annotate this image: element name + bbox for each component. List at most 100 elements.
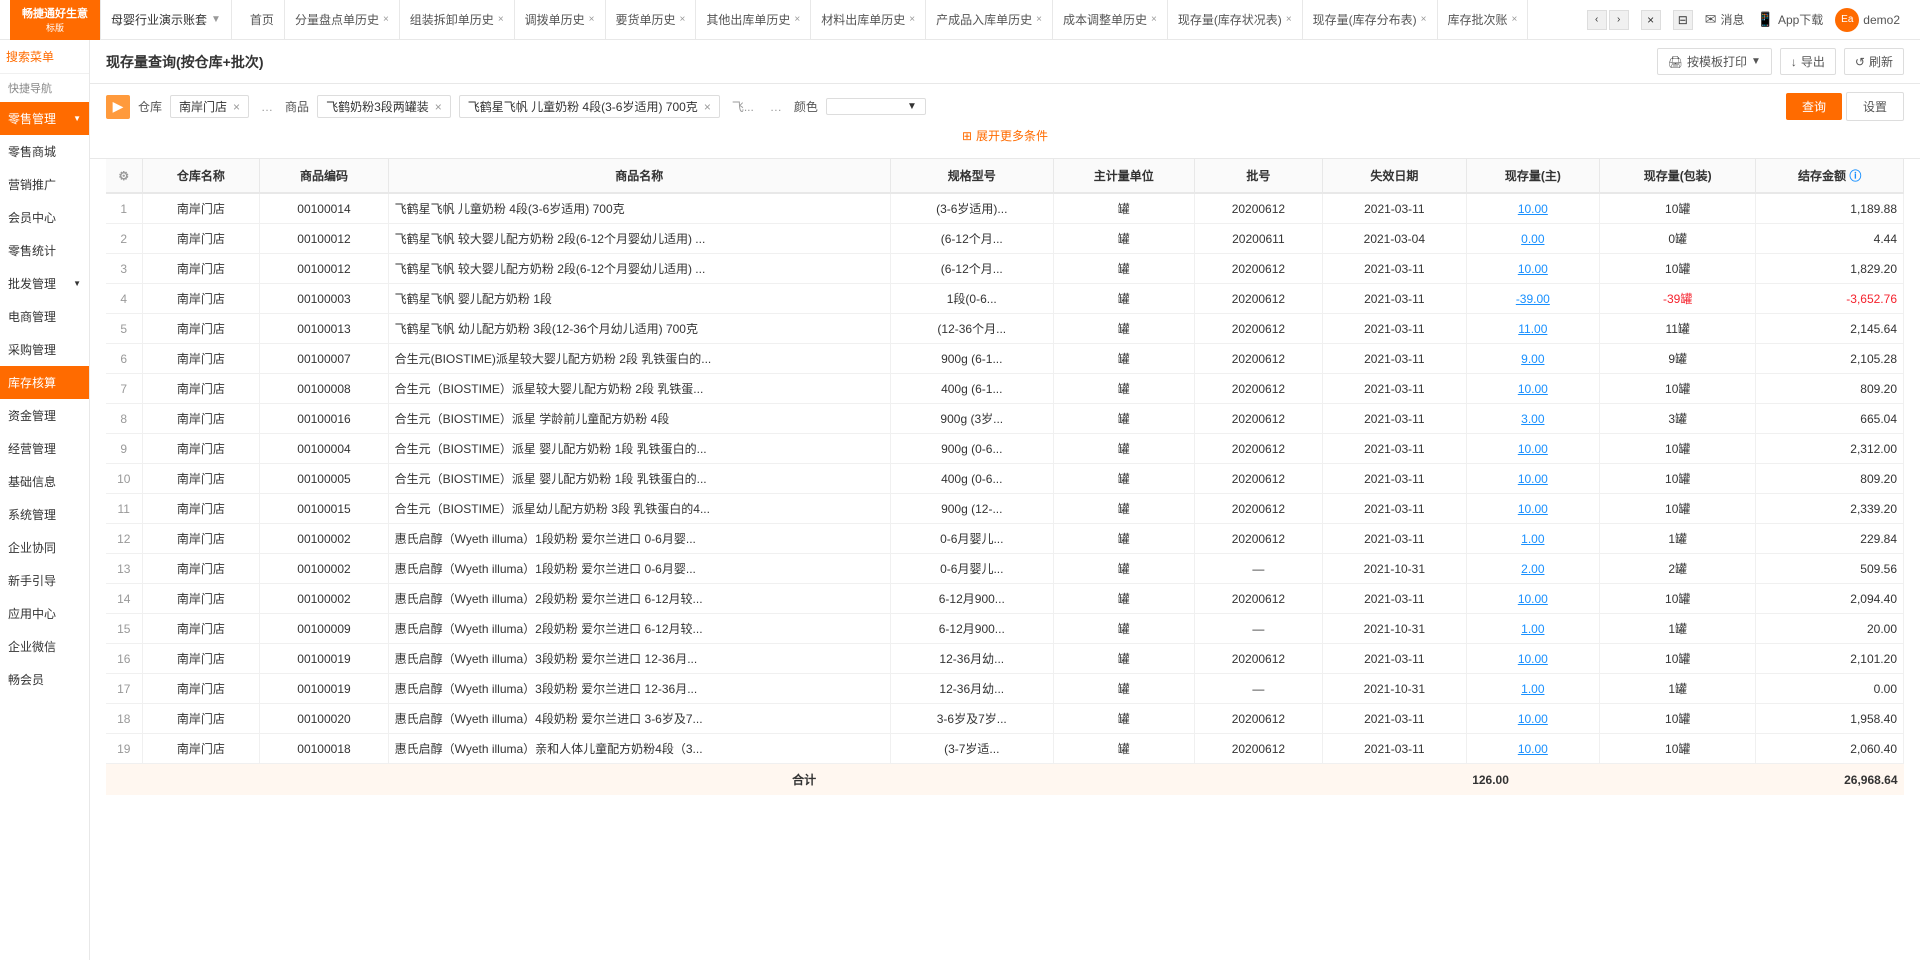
row-no: 4 [106, 284, 142, 314]
warehouse-tag-value: 南岸门店 [179, 98, 227, 115]
footer-qty-total: 126.00 [1466, 764, 1599, 796]
row-unit: 罐 [1053, 674, 1194, 704]
info-icon[interactable]: ⓘ [1849, 169, 1861, 183]
table-row: 1 南岸门店 00100014 飞鹤星飞帆 儿童奶粉 4段(3-6岁适用) 70… [106, 193, 1904, 224]
dropdown-icon[interactable]: ▼ [211, 14, 221, 25]
sidebar-item-operations[interactable]: 经营管理 [0, 432, 89, 465]
sidebar-item-guide[interactable]: 新手引导 [0, 564, 89, 597]
tab-close-5[interactable]: × [909, 14, 915, 25]
next-tab-button[interactable]: › [1609, 10, 1629, 30]
sidebar-search[interactable]: 搜索菜单 [0, 40, 89, 74]
tab-yaohuo[interactable]: 要货单历史 × [606, 0, 697, 40]
row-spec: 12-36月幼... [890, 674, 1053, 704]
row-spec: 400g (6-1... [890, 374, 1053, 404]
row-unit: 罐 [1053, 434, 1194, 464]
color-filter-select[interactable]: ▼ [826, 98, 926, 115]
row-expire: 2021-03-11 [1323, 193, 1467, 224]
row-code: 00100019 [260, 674, 388, 704]
sidebar-item-member-program[interactable]: 畅会员 [0, 663, 89, 696]
product-filter-tag-1[interactable]: 飞鹤星飞帆 儿童奶粉 4段(3-6岁适用) 700克 × [459, 95, 720, 118]
sidebar-item-member[interactable]: 会员中心 [0, 201, 89, 234]
row-name: 飞鹤星飞帆 较大婴儿配方奶粉 2段(6-12个月婴幼儿适用) ... [388, 254, 890, 284]
tab-close-8[interactable]: × [1286, 14, 1292, 25]
tab-close-0[interactable]: × [383, 14, 389, 25]
sidebar-item-retail-mgmt[interactable]: 零售管理 ▼ [0, 102, 89, 135]
row-batch: — [1194, 614, 1322, 644]
warehouse-filter-label: 仓库 [138, 98, 162, 115]
tab-fenliangpandian[interactable]: 分量盘点单历史 × [285, 0, 400, 40]
more-options-button[interactable]: ⊟ [1673, 10, 1693, 30]
row-code: 00100004 [260, 434, 388, 464]
nav-home[interactable]: 首页 [240, 0, 285, 40]
row-warehouse: 南岸门店 [142, 554, 260, 584]
tab-close-7[interactable]: × [1151, 14, 1157, 25]
sidebar-item-basic-info[interactable]: 基础信息 [0, 465, 89, 498]
row-spec: (3-6岁适用)... [890, 193, 1053, 224]
sidebar-item-retail-stats[interactable]: 零售统计 [0, 234, 89, 267]
tab-close-9[interactable]: × [1421, 14, 1427, 25]
row-code: 00100008 [260, 374, 388, 404]
sidebar-item-wechat-work[interactable]: 企业微信 [0, 630, 89, 663]
sidebar-item-marketing[interactable]: 营销推广 [0, 168, 89, 201]
product-tag-close-0[interactable]: × [435, 100, 442, 114]
sidebar-item-app-center[interactable]: 应用中心 [0, 597, 89, 630]
tab-close-1[interactable]: × [498, 14, 504, 25]
row-expire: 2021-03-11 [1323, 284, 1467, 314]
tab-kucunpici[interactable]: 库存批次账 × [1438, 0, 1529, 40]
user-avatar-button[interactable]: Ea demo2 [1835, 8, 1900, 32]
product-filter-tag-0[interactable]: 飞鹤奶粉3段两罐装 × [317, 95, 451, 118]
tab-close-10[interactable]: × [1512, 14, 1518, 25]
tab-close-6[interactable]: × [1036, 14, 1042, 25]
warehouse-tag-close[interactable]: × [233, 100, 240, 114]
row-unit: 罐 [1053, 374, 1194, 404]
row-name: 惠氏启醇（Wyeth illuma）2段奶粉 爱尔兰进口 6-12月较... [388, 614, 890, 644]
warehouse-filter-tag[interactable]: 南岸门店 × [170, 95, 249, 118]
filter-expand-arrow[interactable]: ▶ [106, 95, 130, 119]
expand-more-conditions[interactable]: ⊞ 展开更多条件 [954, 125, 1056, 146]
sidebar-item-inventory[interactable]: 库存核算 [0, 366, 89, 399]
color-filter-label: 颜色 [794, 98, 818, 115]
query-button[interactable]: 查询 [1786, 93, 1842, 120]
row-code: 00100015 [260, 494, 388, 524]
sidebar-item-label: 资金管理 [8, 407, 56, 424]
app-download-button[interactable]: 📱 App下载 [1757, 11, 1824, 28]
export-button[interactable]: ↓ 导出 [1780, 48, 1836, 75]
row-batch: 20200612 [1194, 644, 1322, 674]
sidebar-item-retail-mall[interactable]: 零售商城 [0, 135, 89, 168]
refresh-button[interactable]: ↺ 刷新 [1844, 48, 1904, 75]
tab-chanchengpin[interactable]: 产成品入库单历史 × [926, 0, 1053, 40]
tab-diaobodanls[interactable]: 调拨单历史 × [515, 0, 606, 40]
tab-xiancunliang-kucun[interactable]: 现存量(库存状况表) × [1168, 0, 1303, 40]
settings-button[interactable]: 设置 [1846, 92, 1904, 121]
sidebar-item-finance[interactable]: 资金管理 [0, 399, 89, 432]
row-unit: 罐 [1053, 314, 1194, 344]
tab-cailiao-chuku[interactable]: 材料出库单历史 × [811, 0, 926, 40]
tab-qita-chuku[interactable]: 其他出库单历史 × [696, 0, 811, 40]
sidebar-item-purchase[interactable]: 采购管理 [0, 333, 89, 366]
logo-title: 畅捷通好生意 [22, 5, 88, 21]
product-tag-close-1[interactable]: × [704, 100, 711, 114]
sidebar-item-label: 采购管理 [8, 341, 56, 358]
tab-chengbentiaozheng[interactable]: 成本调整单历史 × [1053, 0, 1168, 40]
settings-icon[interactable]: ⚙ [118, 169, 129, 183]
sidebar-item-ecommerce[interactable]: 电商管理 [0, 300, 89, 333]
tab-close-2[interactable]: × [589, 14, 595, 25]
sidebar-item-system[interactable]: 系统管理 [0, 498, 89, 531]
search-menu-label[interactable]: 搜索菜单 [6, 50, 54, 64]
print-button[interactable]: 🖨 按模板打印 ▼ [1657, 48, 1772, 75]
sidebar-item-enterprise[interactable]: 企业协同 [0, 531, 89, 564]
tab-xiancunliang-fenbv[interactable]: 现存量(库存分布表) × [1303, 0, 1438, 40]
close-tab-button[interactable]: × [1641, 10, 1661, 30]
tab-zuzhuang[interactable]: 组装拆卸单历史 × [400, 0, 515, 40]
tab-close-4[interactable]: × [794, 14, 800, 25]
row-spec: 1段(0-6... [890, 284, 1053, 314]
message-button[interactable]: ✉ 消息 [1705, 11, 1745, 28]
tab-close-3[interactable]: × [680, 14, 686, 25]
account-dropdown-label[interactable]: 母婴行业演示账套 [111, 11, 207, 28]
product-filter-label: 商品 [285, 98, 309, 115]
prev-tab-button[interactable]: ‹ [1587, 10, 1607, 30]
table-row: 19 南岸门店 00100018 惠氏启醇（Wyeth illuma）亲和人体儿… [106, 734, 1904, 764]
filter-area: ▶ 仓库 南岸门店 × … 商品 飞鹤奶粉3段两罐装 × 飞鹤星飞帆 儿童奶粉 … [90, 84, 1920, 159]
sidebar-item-wholesale[interactable]: 批发管理 ▼ [0, 267, 89, 300]
row-unit: 罐 [1053, 524, 1194, 554]
